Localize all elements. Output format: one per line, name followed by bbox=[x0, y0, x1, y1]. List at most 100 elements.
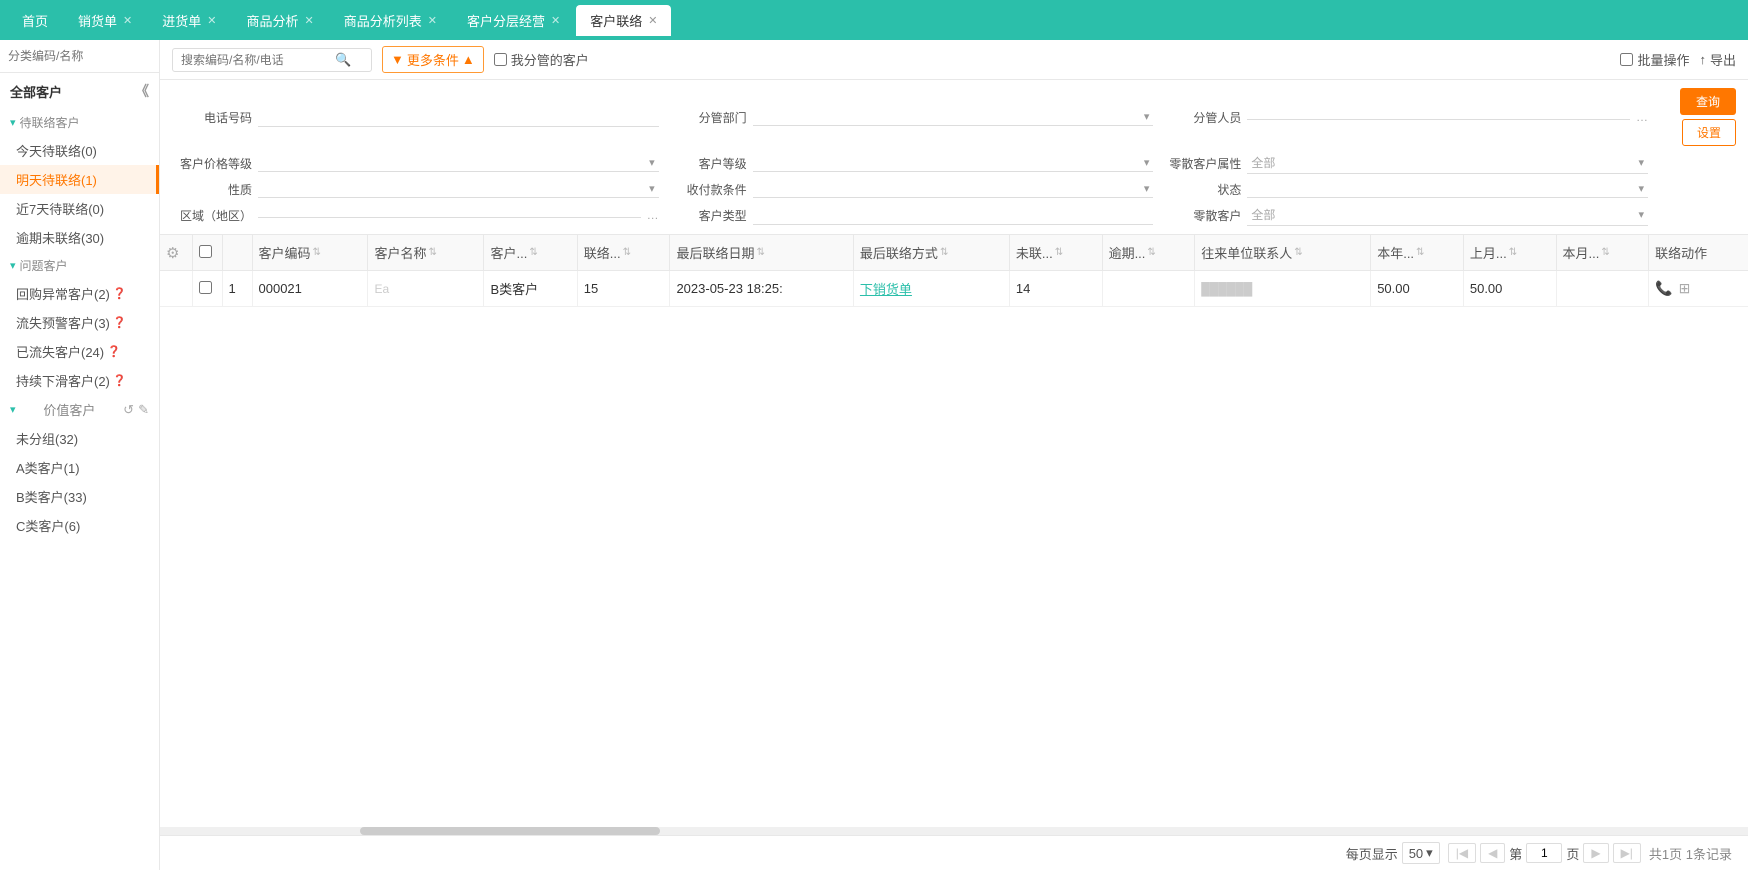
edit-icon[interactable]: ✎ bbox=[138, 402, 149, 418]
filter-select-region[interactable] bbox=[258, 213, 641, 218]
sidebar-search-input[interactable] bbox=[8, 49, 160, 63]
phone-action-icon[interactable]: 📞 bbox=[1655, 280, 1672, 297]
content-area: 🔍 ▼ 更多条件 ▲ 我分管的客户 批量操作 ↑ 导出 bbox=[160, 40, 1748, 870]
sidebar-item-overdue[interactable]: 逾期未联络(30) bbox=[0, 223, 159, 252]
nav-close-analysis[interactable]: ✕ bbox=[305, 14, 314, 27]
th-customer-code[interactable]: 客户编码 ⇅ bbox=[252, 235, 368, 271]
th-settings-gear[interactable]: ⚙ bbox=[160, 235, 192, 271]
filter-row-1: 电话号码 分管部门 ▾ 分管人员 … bbox=[172, 88, 1736, 146]
nav-close-sales[interactable]: ✕ bbox=[123, 14, 132, 27]
more-filter-button[interactable]: ▼ 更多条件 ▲ bbox=[382, 46, 484, 73]
nav-label-analysis-list: 商品分析列表 bbox=[344, 11, 422, 30]
current-page-input[interactable] bbox=[1526, 843, 1562, 863]
batch-ops-button[interactable]: 批量操作 bbox=[1620, 50, 1689, 69]
last-page-button[interactable]: ▶| bbox=[1613, 843, 1641, 863]
row-index: 1 bbox=[229, 281, 236, 296]
filter-select-retail-attr[interactable]: 全部 ▾ bbox=[1247, 152, 1648, 174]
sidebar-label-churned: 已流失客户(24) bbox=[16, 342, 104, 361]
nav-close-purchase[interactable]: ✕ bbox=[207, 14, 216, 27]
sidebar-item-declining[interactable]: 持续下滑客户(2) ❓ bbox=[0, 366, 159, 395]
sidebar-item-class-a[interactable]: A类客户(1) bbox=[0, 453, 159, 482]
sidebar-item-ungrouped[interactable]: 未分组(32) bbox=[0, 424, 159, 453]
filter-select-nature[interactable]: ▾ bbox=[258, 180, 659, 198]
nav-close-analysis-list[interactable]: ✕ bbox=[428, 14, 437, 27]
th-not-contacted[interactable]: 未联... ⇅ bbox=[1009, 235, 1102, 271]
filter-label-retail-attr: 零散客户属性 bbox=[1161, 155, 1241, 172]
filter-input-customer-type[interactable] bbox=[753, 206, 1154, 225]
nav-item-analysis[interactable]: 商品分析 ✕ bbox=[232, 5, 327, 36]
sidebar-item-7days[interactable]: 近7天待联络(0) bbox=[0, 194, 159, 223]
sidebar-item-tomorrow[interactable]: 明天待联络(1) bbox=[0, 165, 159, 194]
nav-item-customer-tier[interactable]: 客户分层经营 ✕ bbox=[453, 5, 574, 36]
nav-item-home[interactable]: 首页 bbox=[8, 5, 62, 36]
table-horizontal-scrollbar[interactable] bbox=[160, 827, 1748, 835]
sidebar-item-churned[interactable]: 已流失客户(24) ❓ bbox=[0, 337, 159, 366]
th-customer-type[interactable]: 客户... ⇅ bbox=[484, 235, 577, 271]
filter-dots-manager[interactable]: … bbox=[1636, 110, 1648, 124]
refresh-icon[interactable]: ↺ bbox=[123, 402, 134, 418]
filter-dots-region[interactable]: … bbox=[647, 208, 659, 222]
settings-gear-icon[interactable]: ⚙ bbox=[166, 245, 179, 262]
th-contact[interactable]: 联络... ⇅ bbox=[577, 235, 670, 271]
grid-action-icon[interactable]: ⊞ bbox=[1679, 280, 1691, 297]
nav-close-customer-contact[interactable]: ✕ bbox=[648, 14, 657, 27]
page-size-box[interactable]: 50 ▾ bbox=[1402, 842, 1440, 864]
sidebar-collapse-icon[interactable]: 《 bbox=[135, 81, 149, 101]
main-search-icon[interactable]: 🔍 bbox=[335, 52, 351, 68]
th-last-month[interactable]: 上月... ⇅ bbox=[1463, 235, 1556, 271]
my-customer-checkbox[interactable] bbox=[494, 53, 507, 66]
toolbar-right: 批量操作 ↑ 导出 bbox=[1620, 50, 1736, 69]
select-all-checkbox[interactable] bbox=[199, 245, 212, 258]
th-this-month[interactable]: 本月... ⇅ bbox=[1556, 235, 1649, 271]
th-customer-name[interactable]: 客户名称 ⇅ bbox=[368, 235, 484, 271]
filter-select-manager[interactable] bbox=[1247, 115, 1630, 120]
th-overdue[interactable]: 逾期... ⇅ bbox=[1102, 235, 1195, 271]
sort-icon-contact: ⇅ bbox=[623, 247, 631, 258]
sort-icon-type: ⇅ bbox=[529, 247, 537, 258]
nav-item-analysis-list[interactable]: 商品分析列表 ✕ bbox=[330, 5, 451, 36]
sidebar-all-customers[interactable]: 全部客户 《 bbox=[0, 73, 159, 109]
row-checkbox[interactable] bbox=[199, 281, 212, 294]
filter-field-retail-attr: 零散客户属性 全部 ▾ bbox=[1161, 152, 1648, 174]
page-suffix: 页 bbox=[1566, 844, 1579, 863]
last-contact-method-value[interactable]: 下销货单 bbox=[860, 282, 912, 297]
filter-select-retail-customer[interactable]: 全部 ▾ bbox=[1247, 204, 1648, 226]
last-month-value: 50.00 bbox=[1470, 281, 1503, 296]
td-customer-code: 000021 bbox=[252, 271, 368, 307]
query-button[interactable]: 查询 bbox=[1680, 88, 1736, 115]
batch-checkbox[interactable] bbox=[1620, 53, 1633, 66]
sidebar-item-churn-warning[interactable]: 流失预警客户(3) ❓ bbox=[0, 308, 159, 337]
next-page-button[interactable]: ▶ bbox=[1583, 843, 1608, 863]
nav-item-purchase[interactable]: 进货单 ✕ bbox=[148, 5, 230, 36]
prev-page-button[interactable]: ◀ bbox=[1480, 843, 1505, 863]
th-unit-contact[interactable]: 往来单位联系人 ⇅ bbox=[1195, 235, 1371, 271]
my-customer-checkbox-label[interactable]: 我分管的客户 bbox=[494, 50, 589, 69]
filter-input-phone[interactable] bbox=[258, 108, 659, 127]
th-this-year[interactable]: 本年... ⇅ bbox=[1371, 235, 1464, 271]
export-button[interactable]: ↑ 导出 bbox=[1699, 50, 1736, 69]
filter-select-price-grade[interactable]: ▾ bbox=[258, 154, 659, 172]
sidebar-item-repurchase-anomaly[interactable]: 回购异常客户(2) ❓ bbox=[0, 279, 159, 308]
nav-item-sales[interactable]: 销货单 ✕ bbox=[64, 5, 146, 36]
filter-select-customer-grade[interactable]: ▾ bbox=[753, 154, 1154, 172]
td-customer-name: Ea bbox=[368, 271, 484, 307]
nav-item-customer-contact[interactable]: 客户联络 ✕ bbox=[576, 5, 671, 36]
filter-select-payment[interactable]: ▾ bbox=[753, 180, 1154, 198]
td-gear bbox=[160, 271, 192, 307]
sidebar-item-class-b[interactable]: B类客户(33) bbox=[0, 482, 159, 511]
top-nav: 首页 销货单 ✕ 进货单 ✕ 商品分析 ✕ 商品分析列表 ✕ 客户分层经营 ✕ … bbox=[0, 0, 1748, 40]
filter-select-dept[interactable]: ▾ bbox=[753, 108, 1154, 126]
main-search-input[interactable] bbox=[181, 53, 331, 67]
filter-field-status: 状态 ▾ bbox=[1161, 180, 1648, 198]
th-last-contact-method[interactable]: 最后联络方式 ⇅ bbox=[853, 235, 1009, 271]
sidebar-item-class-c[interactable]: C类客户(6) bbox=[0, 511, 159, 540]
settings-button[interactable]: 设置 bbox=[1682, 119, 1736, 146]
filter-field-phone: 电话号码 bbox=[172, 108, 659, 127]
scrollbar-thumb[interactable] bbox=[360, 827, 660, 835]
sidebar-item-today[interactable]: 今天待联络(0) bbox=[0, 136, 159, 165]
nav-close-customer-tier[interactable]: ✕ bbox=[551, 14, 560, 27]
th-last-contact-date[interactable]: 最后联络日期 ⇅ bbox=[670, 235, 853, 271]
filter-select-status[interactable]: ▾ bbox=[1247, 180, 1648, 198]
export-label: 导出 bbox=[1710, 50, 1736, 69]
first-page-button[interactable]: |◀ bbox=[1448, 843, 1476, 863]
